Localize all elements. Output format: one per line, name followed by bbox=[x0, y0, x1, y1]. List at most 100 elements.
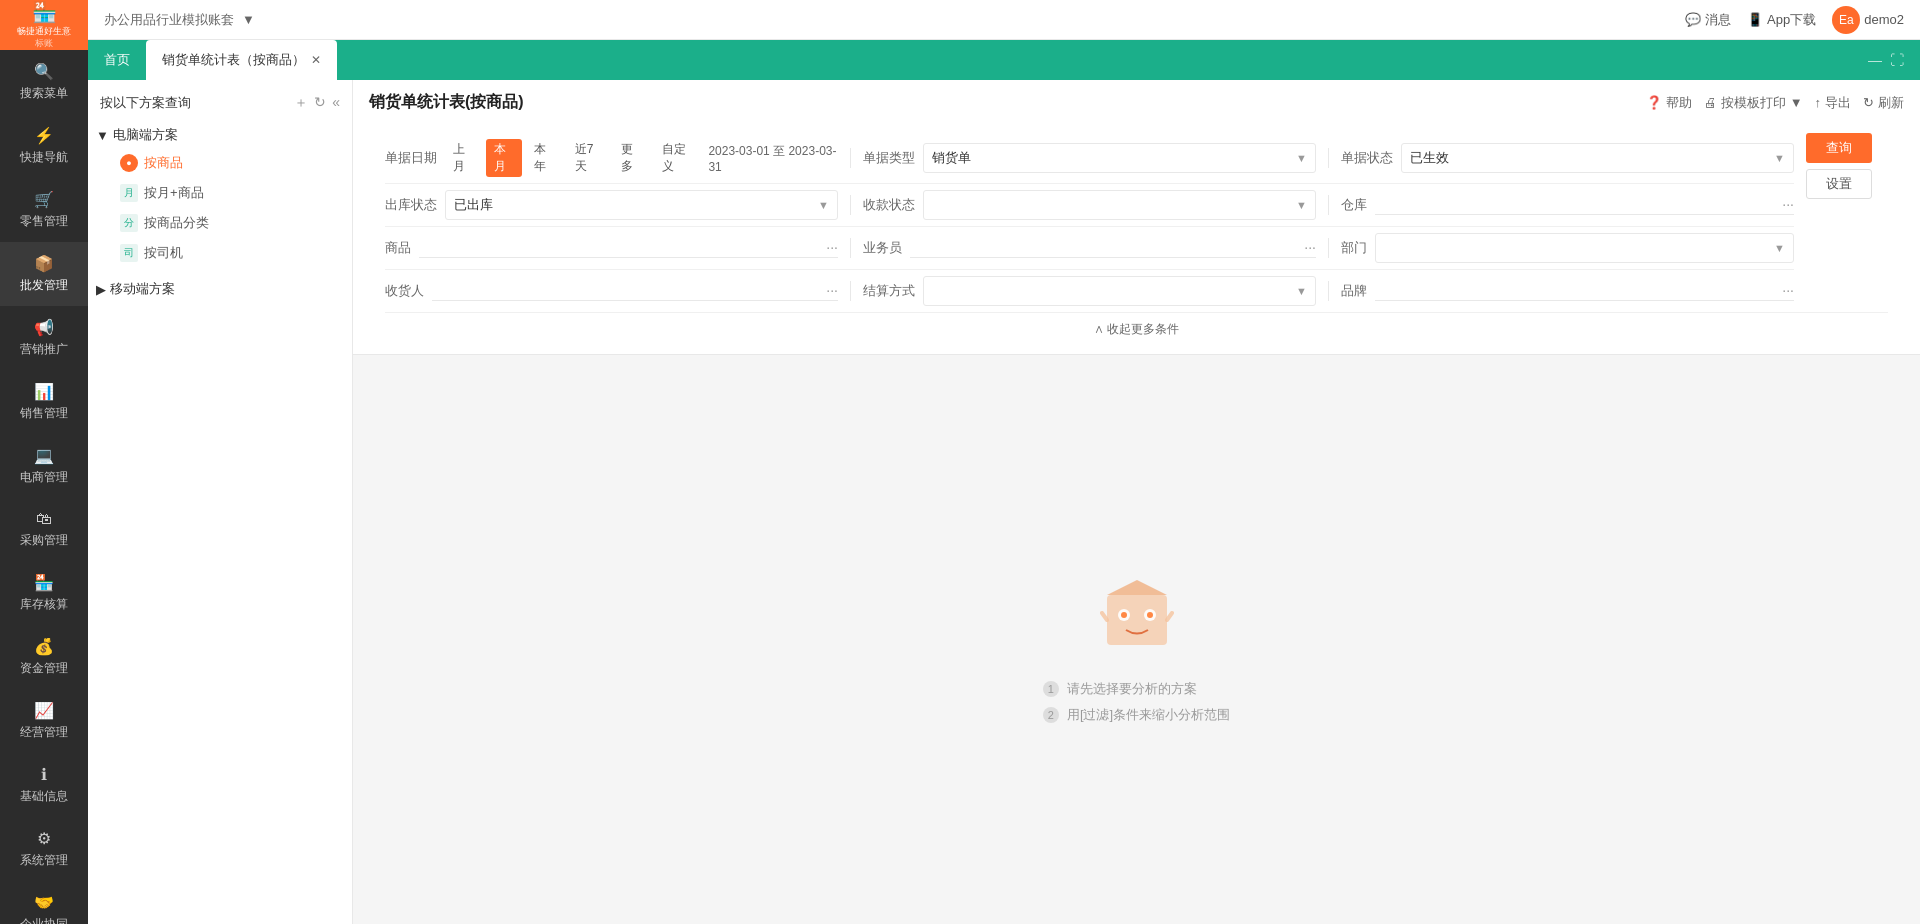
brand-dots-btn[interactable]: ··· bbox=[1782, 282, 1794, 298]
product-dots-btn[interactable]: ··· bbox=[826, 239, 838, 255]
tip-num-2: 2 bbox=[1043, 707, 1059, 723]
operation-icon: 📈 bbox=[34, 701, 54, 720]
svg-point-5 bbox=[1147, 612, 1153, 618]
sidebar-item-retail[interactable]: 🛒 零售管理 bbox=[0, 178, 88, 242]
warehouse-dots-btn[interactable]: ··· bbox=[1782, 196, 1794, 212]
sidebar-item-wholesale[interactable]: 📦 批发管理 bbox=[0, 242, 88, 306]
sidebar-item-ecommerce[interactable]: 💻 电商管理 bbox=[0, 434, 88, 498]
expand-icon: ▼ bbox=[96, 128, 109, 143]
scheme-group-pc-header[interactable]: ▼ 电脑端方案 bbox=[88, 122, 352, 148]
scheme-group-mobile-header[interactable]: ▶ 移动端方案 bbox=[88, 276, 352, 302]
dept-select[interactable]: ▼ bbox=[1375, 233, 1794, 263]
app-download-btn[interactable]: 📱 App下载 bbox=[1747, 11, 1816, 29]
doc-status-label: 单据状态 bbox=[1341, 149, 1401, 167]
date-tab-this-month[interactable]: 本月 bbox=[486, 139, 523, 177]
recipient-dots-btn[interactable]: ··· bbox=[826, 282, 838, 298]
date-tab-last-month[interactable]: 上月 bbox=[445, 139, 482, 177]
settlement-filter-field: 结算方式 ▼ bbox=[863, 276, 1316, 306]
topbar-left: 办公用品行业模拟账套 ▼ bbox=[104, 11, 255, 29]
template-print-label: 按模板打印 bbox=[1721, 94, 1786, 112]
refresh-btn[interactable]: ↻ 刷新 bbox=[1863, 94, 1904, 112]
sidebar-item-sales-mgmt[interactable]: 📊 销售管理 bbox=[0, 370, 88, 434]
export-btn[interactable]: ↑ 导出 bbox=[1815, 94, 1852, 112]
left-panel-actions: ＋ ↻ « bbox=[294, 94, 340, 112]
refresh-scheme-btn[interactable]: ↻ bbox=[314, 94, 326, 112]
by-category-icon: 分 bbox=[120, 214, 138, 232]
out-status-label: 出库状态 bbox=[385, 196, 445, 214]
sidebar-item-basic-info[interactable]: ℹ 基础信息 bbox=[0, 753, 88, 817]
out-status-select[interactable]: 已出库 ▼ bbox=[445, 190, 838, 220]
page-header: 销货单统计表(按商品) ❓ 帮助 🖨 按模板打印 ▼ ↑ bbox=[353, 80, 1920, 355]
collapse-panel-btn[interactable]: « bbox=[332, 94, 340, 112]
date-tab-7-days[interactable]: 近7天 bbox=[567, 139, 609, 177]
add-scheme-btn[interactable]: ＋ bbox=[294, 94, 308, 112]
sidebar-item-marketing[interactable]: 📢 营销推广 bbox=[0, 306, 88, 370]
scheme-item-by-product[interactable]: ● 按商品 bbox=[88, 148, 352, 178]
sidebar-item-purchase[interactable]: 🛍 采购管理 bbox=[0, 498, 88, 561]
sidebar-item-inventory[interactable]: 🏪 库存核算 bbox=[0, 561, 88, 625]
logo-icon: 🏪 bbox=[32, 0, 57, 24]
empty-tip-1: 1 请先选择要分析的方案 bbox=[1043, 680, 1230, 698]
date-tabs: 上月 本月 本年 近7天 更多 自定义 bbox=[445, 139, 700, 177]
sidebar-item-operation[interactable]: 📈 经营管理 bbox=[0, 689, 88, 753]
quick-nav-icon: ⚡ bbox=[34, 126, 54, 145]
scheme-item-by-category[interactable]: 分 按商品分类 bbox=[88, 208, 352, 238]
product-label: 商品 bbox=[385, 239, 419, 257]
divider1 bbox=[850, 148, 851, 168]
brand-filter-field: 品牌 ··· bbox=[1341, 282, 1794, 301]
doc-status-select[interactable]: 已生效 ▼ bbox=[1401, 143, 1794, 173]
export-icon: ↑ bbox=[1815, 95, 1822, 110]
date-tab-this-year[interactable]: 本年 bbox=[526, 139, 563, 177]
scheme-section-pc: ▼ 电脑端方案 ● 按商品 月 按月+商品 分 按商品分类 司 按司机 bbox=[88, 118, 352, 272]
collapse-more-btn[interactable]: ∧ 收起更多条件 bbox=[385, 312, 1888, 346]
tab-close-icon[interactable]: ✕ bbox=[311, 53, 321, 67]
search-menu-icon: 🔍 bbox=[34, 62, 54, 81]
template-print-btn[interactable]: 🖨 按模板打印 ▼ bbox=[1704, 94, 1803, 112]
settlement-select[interactable]: ▼ bbox=[923, 276, 1316, 306]
help-btn[interactable]: ❓ 帮助 bbox=[1646, 94, 1692, 112]
sidebar-item-finance[interactable]: 💰 资金管理 bbox=[0, 625, 88, 689]
sidebar-item-label: 营销推广 bbox=[20, 341, 68, 358]
sidebar-item-system[interactable]: ⚙ 系统管理 bbox=[0, 817, 88, 881]
right-panel: 销货单统计表(按商品) ❓ 帮助 🖨 按模板打印 ▼ ↑ bbox=[353, 80, 1920, 924]
sidebar-item-label: 企业协同 bbox=[20, 916, 68, 924]
tab-home[interactable]: 首页 bbox=[88, 40, 146, 80]
maximize-icon[interactable]: ⛶ bbox=[1890, 52, 1904, 68]
collect-status-filter-field: 收款状态 ▼ bbox=[863, 190, 1316, 220]
collect-status-select[interactable]: ▼ bbox=[923, 190, 1316, 220]
date-tab-custom[interactable]: 自定义 bbox=[654, 139, 701, 177]
page-title: 销货单统计表(按商品) bbox=[369, 92, 524, 113]
finance-icon: 💰 bbox=[34, 637, 54, 656]
query-button[interactable]: 查询 bbox=[1806, 133, 1872, 163]
user-menu[interactable]: Ea demo2 bbox=[1832, 6, 1904, 34]
divider7 bbox=[850, 281, 851, 301]
tip-text-2: 用[过滤]条件来缩小分析范围 bbox=[1067, 706, 1230, 724]
app-download-icon: 📱 bbox=[1747, 12, 1763, 27]
doc-type-select[interactable]: 销货单 ▼ bbox=[923, 143, 1316, 173]
date-tab-more[interactable]: 更多 bbox=[613, 139, 650, 177]
scheme-section-mobile: ▶ 移动端方案 bbox=[88, 272, 352, 306]
sidebar-item-cooperation[interactable]: 🤝 企业协同 bbox=[0, 881, 88, 924]
settings-button[interactable]: 设置 bbox=[1806, 169, 1872, 199]
scheme-item-by-month-product[interactable]: 月 按月+商品 bbox=[88, 178, 352, 208]
recipient-filter-field: 收货人 ··· bbox=[385, 282, 838, 301]
minimize-icon[interactable]: — bbox=[1868, 52, 1882, 68]
tab-sales-stat[interactable]: 销货单统计表（按商品） ✕ bbox=[146, 40, 337, 80]
tip-text-1: 请先选择要分析的方案 bbox=[1067, 680, 1197, 698]
app-download-label: App下载 bbox=[1767, 11, 1816, 29]
message-btn[interactable]: 💬 消息 bbox=[1685, 11, 1731, 29]
scheme-item-by-driver[interactable]: 司 按司机 bbox=[88, 238, 352, 268]
industry-dropdown-icon[interactable]: ▼ bbox=[242, 12, 255, 27]
topbar: 办公用品行业模拟账套 ▼ 💬 消息 📱 App下载 Ea demo2 bbox=[88, 0, 1920, 40]
system-icon: ⚙ bbox=[37, 829, 51, 848]
sidebar-item-search-menu[interactable]: 🔍 搜索菜单 bbox=[0, 50, 88, 114]
salesperson-dots-btn[interactable]: ··· bbox=[1304, 239, 1316, 255]
sidebar-item-quick-nav[interactable]: ⚡ 快捷导航 bbox=[0, 114, 88, 178]
divider8 bbox=[1328, 281, 1329, 301]
date-range: 2023-03-01 至 2023-03-31 bbox=[708, 143, 838, 174]
inventory-icon: 🏪 bbox=[34, 573, 54, 592]
message-icon: 💬 bbox=[1685, 12, 1701, 27]
sidebar-item-label: 电商管理 bbox=[20, 469, 68, 486]
sidebar-item-label: 销售管理 bbox=[20, 405, 68, 422]
sidebar-item-label: 零售管理 bbox=[20, 213, 68, 230]
